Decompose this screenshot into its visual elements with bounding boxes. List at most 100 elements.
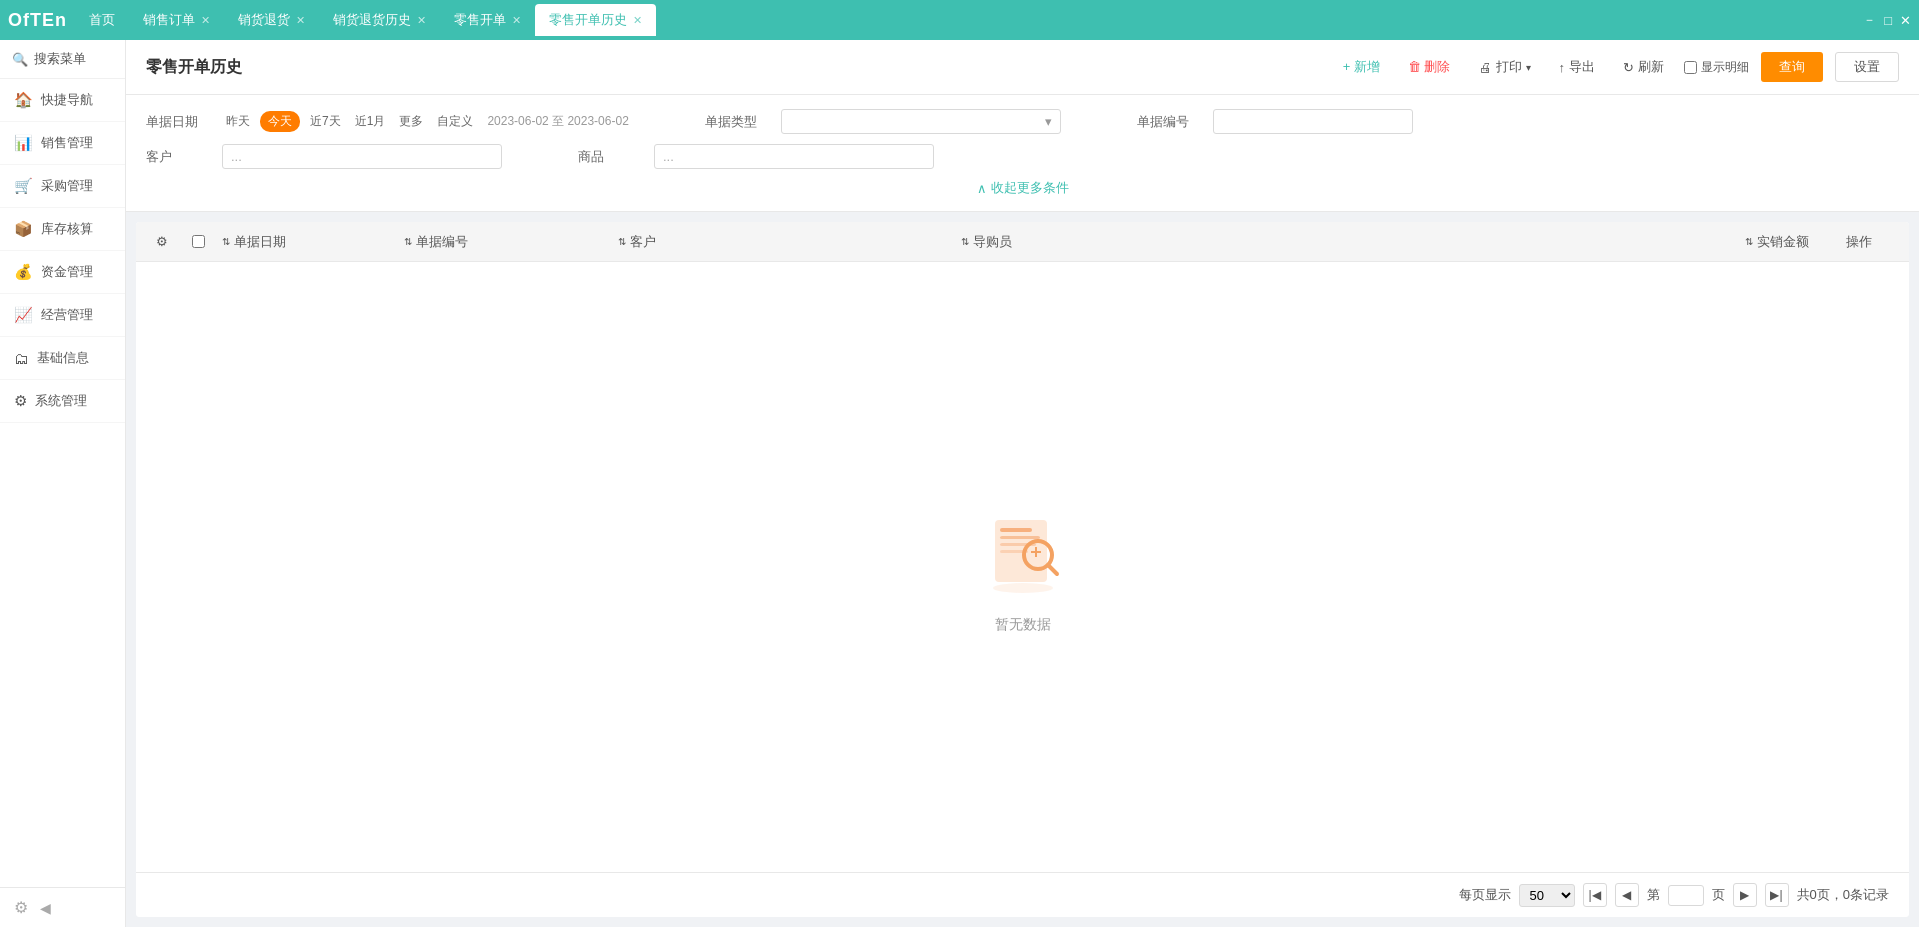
minimize-btn[interactable]: －: [1863, 11, 1876, 29]
collapse-link[interactable]: ∧ 收起更多条件: [977, 179, 1069, 197]
svg-rect-2: [1000, 528, 1032, 532]
main-layout: 🔍 搜索菜单 🏠 快捷导航 📊 销售管理 🛒 采购管理 📦 库存核算 💰 资金管…: [0, 40, 1919, 927]
close-tab-return-history[interactable]: ✕: [417, 14, 426, 27]
search-icon: 🔍: [12, 52, 28, 67]
svg-line-7: [1048, 565, 1057, 574]
sidebar-item-sales[interactable]: 📊 销售管理: [0, 122, 125, 165]
empty-text: 暂无数据: [995, 616, 1051, 634]
add-button[interactable]: + 新增: [1335, 54, 1388, 80]
close-tab-retail-history[interactable]: ✕: [633, 14, 642, 27]
last-page-btn[interactable]: ▶|: [1765, 883, 1789, 907]
th-settings[interactable]: ⚙: [146, 226, 182, 257]
show-detail-checkbox[interactable]: 显示明细: [1684, 59, 1749, 76]
sidebar-item-operation[interactable]: 📈 经营管理: [0, 294, 125, 337]
product-label: 商品: [578, 148, 638, 166]
page-size-select[interactable]: 50 100 200: [1519, 884, 1575, 907]
date-btn-more[interactable]: 更多: [395, 111, 427, 132]
customer-label: 客户: [146, 148, 206, 166]
sidebar: 🔍 搜索菜单 🏠 快捷导航 📊 销售管理 🛒 采购管理 📦 库存核算 💰 资金管…: [0, 40, 126, 927]
filter-row-2: 客户 ... 商品 ...: [146, 144, 1899, 169]
sidebar-item-basic[interactable]: 🗂 基础信息: [0, 337, 125, 380]
delete-button[interactable]: 🗑 删除: [1400, 54, 1459, 80]
svg-rect-3: [1000, 536, 1040, 539]
th-spacer: [1132, 234, 1637, 250]
system-icon: ⚙: [14, 392, 27, 410]
order-no-input[interactable]: [1213, 109, 1413, 134]
close-tab-return[interactable]: ✕: [296, 14, 305, 27]
empty-illustration: [973, 500, 1073, 600]
show-detail-check[interactable]: [1684, 61, 1697, 74]
prev-page-btn[interactable]: ◀: [1615, 883, 1639, 907]
finance-icon: 💰: [14, 263, 33, 281]
print-button[interactable]: 🖨 打印 ▾: [1471, 54, 1539, 80]
print-dropdown-icon[interactable]: ▾: [1526, 62, 1531, 73]
sort-amount-icon[interactable]: ⇅: [1745, 236, 1753, 247]
sort-guide-icon[interactable]: ⇅: [961, 236, 969, 247]
tab-sales-order[interactable]: 销售订单 ✕: [129, 4, 224, 36]
close-tab-sales-order[interactable]: ✕: [201, 14, 210, 27]
date-btn-today[interactable]: 今天: [260, 111, 300, 132]
home-icon: 🏠: [14, 91, 33, 109]
date-btn-custom[interactable]: 自定义: [433, 111, 477, 132]
date-shortcuts: 昨天 今天 近7天 近1月 更多 自定义 2023-06-02 至 2023-0…: [222, 111, 629, 132]
next-page-btn[interactable]: ▶: [1733, 883, 1757, 907]
order-type-select[interactable]: ▾: [781, 109, 1061, 134]
export-button[interactable]: ↑ 导出: [1551, 54, 1604, 80]
tab-return[interactable]: 销货退货 ✕: [224, 4, 319, 36]
tab-home[interactable]: 首页: [75, 4, 129, 36]
order-type-label: 单据类型: [705, 113, 765, 131]
order-no-label: 单据编号: [1137, 113, 1197, 131]
chevron-up-icon: ∧: [977, 181, 987, 196]
tab-retail-history[interactable]: 零售开单历史 ✕: [535, 4, 656, 36]
th-guide: ⇅ 导购员: [951, 225, 1133, 259]
window-controls: － □ ✕: [1863, 11, 1911, 29]
sidebar-bottom: ⚙ ◀: [0, 887, 125, 927]
inventory-icon: 📦: [14, 220, 33, 238]
sidebar-item-shortcut[interactable]: 🏠 快捷导航: [0, 79, 125, 122]
date-btn-1month[interactable]: 近1月: [351, 111, 390, 132]
th-amount: ⇅ 实销金额: [1637, 225, 1819, 259]
refresh-button[interactable]: ↻ 刷新: [1615, 54, 1672, 80]
maximize-btn[interactable]: □: [1884, 13, 1892, 28]
toolbar: + 新增 🗑 删除 🖨 打印 ▾ ↑ 导出 ↻ 刷新 显示明细: [1335, 52, 1899, 82]
first-page-btn[interactable]: |◀: [1583, 883, 1607, 907]
query-button[interactable]: 查询: [1761, 52, 1823, 82]
filter-area: 单据日期 昨天 今天 近7天 近1月 更多 自定义 2023-06-02 至 2…: [126, 95, 1919, 212]
filter-row-1: 单据日期 昨天 今天 近7天 近1月 更多 自定义 2023-06-02 至 2…: [146, 109, 1899, 134]
date-label: 单据日期: [146, 113, 206, 131]
product-input[interactable]: ...: [654, 144, 934, 169]
tab-retail[interactable]: 零售开单 ✕: [440, 4, 535, 36]
table-area: ⚙ ⇅ 单据日期 ⇅ 单据编号 ⇅ 客户 ⇅: [136, 222, 1909, 917]
th-customer: ⇅ 客户: [608, 225, 951, 259]
top-bar: OfTEn 首页 销售订单 ✕ 销货退货 ✕ 销货退货历史 ✕ 零售开单 ✕ 零…: [0, 0, 1919, 40]
sidebar-item-inventory[interactable]: 📦 库存核算: [0, 208, 125, 251]
date-range: 2023-06-02 至 2023-06-02: [487, 113, 628, 130]
column-settings-icon[interactable]: ⚙: [156, 234, 168, 249]
sidebar-item-finance[interactable]: 💰 资金管理: [0, 251, 125, 294]
customer-input[interactable]: ...: [222, 144, 502, 169]
th-check[interactable]: [182, 227, 212, 256]
sidebar-search[interactable]: 🔍 搜索菜单: [0, 40, 125, 79]
select-all-checkbox[interactable]: [192, 235, 205, 248]
sidebar-item-system[interactable]: ⚙ 系统管理: [0, 380, 125, 423]
sort-no-icon[interactable]: ⇅: [404, 236, 412, 247]
close-tab-retail[interactable]: ✕: [512, 14, 521, 27]
tab-return-history[interactable]: 销货退货历史 ✕: [319, 4, 440, 36]
basic-icon: 🗂: [14, 350, 29, 367]
close-btn[interactable]: ✕: [1900, 13, 1911, 28]
page-input[interactable]: 1: [1668, 885, 1704, 906]
sort-date-icon[interactable]: ⇅: [222, 236, 230, 247]
sidebar-item-purchase[interactable]: 🛒 采购管理: [0, 165, 125, 208]
page-title: 零售开单历史: [146, 57, 242, 78]
collapse-icon[interactable]: ◀: [40, 900, 51, 916]
purchase-icon: 🛒: [14, 177, 33, 195]
content: 零售开单历史 + 新增 🗑 删除 🖨 打印 ▾ ↑ 导出 ↻ 刷新: [126, 40, 1919, 927]
sales-icon: 📊: [14, 134, 33, 152]
settings-button[interactable]: 设置: [1835, 52, 1899, 82]
order-type-dropdown-icon: ▾: [1045, 114, 1052, 129]
sort-customer-icon[interactable]: ⇅: [618, 236, 626, 247]
date-btn-yesterday[interactable]: 昨天: [222, 111, 254, 132]
date-btn-7days[interactable]: 近7天: [306, 111, 345, 132]
svg-point-0: [993, 583, 1053, 593]
settings-icon[interactable]: ⚙: [14, 898, 28, 917]
